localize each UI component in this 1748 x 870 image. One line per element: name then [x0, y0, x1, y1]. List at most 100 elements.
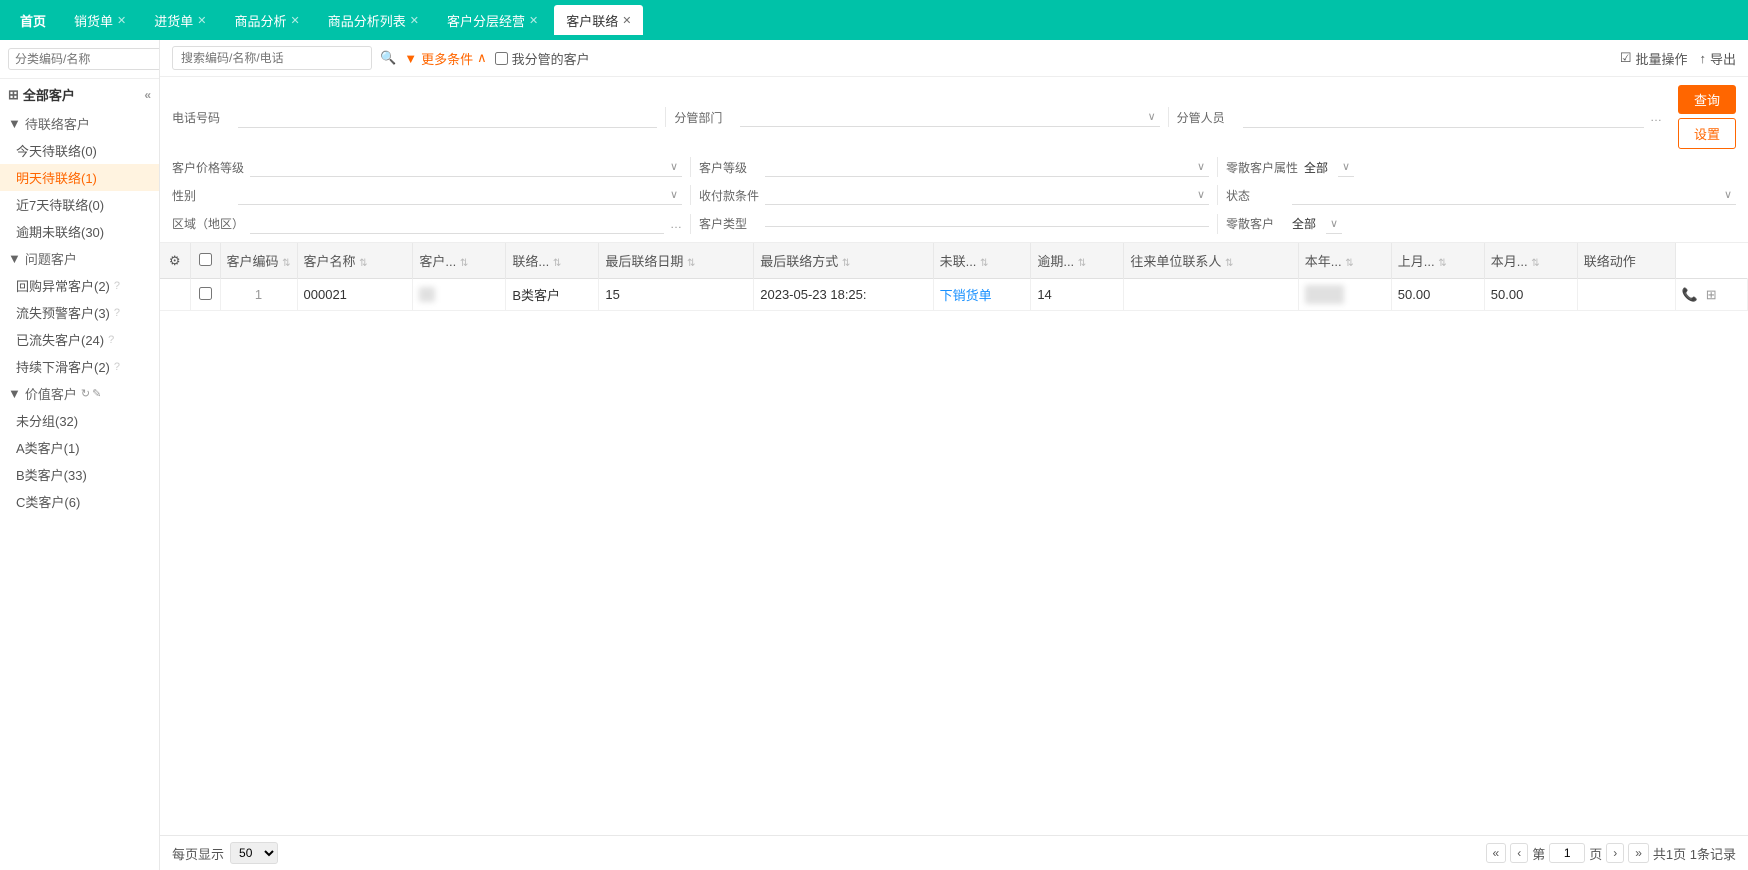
sidebar: 🔍 ⊞ 全部客户 « ▼ 待联络客户 今天待联络(0) 明天待联络(1) 近7天… — [0, 40, 160, 870]
th-overdue[interactable]: 逾期... ⇅ — [1031, 243, 1124, 279]
th-this-month[interactable]: 本月... ⇅ — [1484, 243, 1577, 279]
th-last-contact-date[interactable]: 最后联络日期 ⇅ — [599, 243, 754, 279]
td-overdue — [1124, 279, 1298, 311]
filter-retail-customer-select[interactable]: ∨ — [1326, 214, 1342, 234]
export-btn[interactable]: ↑ 导出 — [1699, 49, 1736, 68]
filter-row-1: 电话号码 分管部门 ∨ 分管人员 … 查询 — [172, 85, 1736, 149]
sidebar-item-class-c[interactable]: C类客户(6) — [0, 488, 159, 515]
filter-field-retail-attr: 零散客户属性 全部 ∨ — [1226, 157, 1736, 177]
th-last-contact-method[interactable]: 最后联络方式 ⇅ — [754, 243, 933, 279]
page-number-input[interactable] — [1549, 843, 1585, 863]
filter-area-input[interactable] — [250, 213, 664, 234]
filter-field-price-level: 客户价格等级 ∨ — [172, 157, 682, 177]
close-icon-sales[interactable]: ✕ — [117, 14, 126, 27]
sidebar-item-churn-warning[interactable]: 流失预警客户(3) ? — [0, 299, 159, 326]
nav-item-purchase[interactable]: 进货单 ✕ — [142, 5, 218, 35]
batch-op-btn[interactable]: ☑ 批量操作 — [1620, 49, 1688, 68]
td-last-month: 50.00 — [1484, 279, 1577, 311]
filter-customer-type-select[interactable] — [765, 220, 1209, 227]
sidebar-item-churned[interactable]: 已流失客户(24) ? — [0, 326, 159, 353]
sort-icon-contact: ⇅ — [553, 258, 561, 269]
sidebar-item-repurchase-abnormal[interactable]: 回购异常客户(2) ? — [0, 272, 159, 299]
th-customer-type[interactable]: 客户... ⇅ — [413, 243, 506, 279]
filter-field-retail-customer: 零散客户 全部 ∨ — [1226, 214, 1736, 234]
filter-gender-select[interactable]: ∨ — [238, 185, 682, 205]
sidebar-item-declining[interactable]: 持续下滑客户(2) ? — [0, 353, 159, 380]
nav-item-customer-tier[interactable]: 客户分层经营 ✕ — [435, 5, 550, 35]
sort-icon-lcm: ⇅ — [842, 258, 850, 269]
filter-field-phone: 电话号码 — [172, 107, 657, 128]
filter-person-input[interactable] — [1243, 107, 1644, 128]
sidebar-item-week-pending[interactable]: 近7天待联络(0) — [0, 191, 159, 218]
td-num: 1 — [220, 279, 297, 311]
th-uncontacted[interactable]: 未联... ⇅ — [933, 243, 1031, 279]
last-page-btn[interactable]: » — [1628, 843, 1649, 863]
phone-icon[interactable]: 📞 — [1682, 287, 1698, 303]
ellipsis-icon-2[interactable]: … — [670, 217, 682, 231]
filter-search-input[interactable] — [172, 46, 372, 70]
contact-method-link[interactable]: 下销货单 — [940, 288, 992, 303]
td-check — [190, 279, 220, 311]
ellipsis-icon[interactable]: … — [1650, 110, 1662, 124]
filter-retail-attr-select[interactable]: ∨ — [1338, 157, 1354, 177]
sidebar-item-today-pending[interactable]: 今天待联络(0) — [0, 137, 159, 164]
my-customers-checkbox[interactable] — [495, 52, 508, 65]
sidebar-group-pending-contact[interactable]: ▼ 待联络客户 — [0, 110, 159, 137]
more-conditions-btn[interactable]: ▼ 更多条件 ∧ — [404, 49, 486, 68]
refresh-icon[interactable]: ↻ — [81, 387, 90, 400]
th-code[interactable]: 客户编码 ⇅ — [220, 243, 297, 279]
filter-customer-level-select[interactable]: ∨ — [765, 157, 1209, 177]
th-contact-count[interactable]: 联络... ⇅ — [506, 243, 599, 279]
grid-icon: ⊞ — [8, 87, 19, 103]
query-button[interactable]: 查询 — [1678, 85, 1736, 114]
th-last-month[interactable]: 上月... ⇅ — [1391, 243, 1484, 279]
advanced-filter: 电话号码 分管部门 ∨ 分管人员 … 查询 — [160, 77, 1748, 243]
nav-item-goods-analysis[interactable]: 商品分析 ✕ — [222, 5, 311, 35]
footer-left: 每页显示 50 100 200 — [172, 842, 278, 864]
th-name[interactable]: 客户名称 ⇅ — [297, 243, 413, 279]
sidebar-group-value-customers[interactable]: ▼ 价值客户 ↻ ✎ — [0, 380, 159, 407]
sidebar-group-problem-customers[interactable]: ▼ 问题客户 — [0, 245, 159, 272]
help-icon: ? — [114, 280, 120, 292]
td-customer-type: B类客户 — [506, 279, 599, 311]
row-checkbox[interactable] — [199, 287, 212, 300]
qr-icon[interactable]: ⊞ — [1706, 287, 1717, 303]
close-icon-customer-contact[interactable]: ✕ — [622, 14, 631, 27]
nav-item-home[interactable]: 首页 — [8, 5, 58, 35]
filter-dept-select[interactable]: ∨ — [740, 107, 1159, 127]
sidebar-item-tomorrow-pending[interactable]: 明天待联络(1) — [0, 164, 159, 191]
chevron-down-icon-5: ∨ — [670, 188, 678, 201]
filter-status-select[interactable]: ∨ — [1292, 185, 1736, 205]
sidebar-item-class-b[interactable]: B类客户(33) — [0, 461, 159, 488]
my-customers-checkbox-label: 我分管的客户 — [495, 49, 590, 68]
th-this-year[interactable]: 本年... ⇅ — [1298, 243, 1391, 279]
close-icon-purchase[interactable]: ✕ — [197, 14, 206, 27]
edit-icon[interactable]: ✎ — [92, 387, 101, 400]
table-row: 1 000021 Ea B类客户 15 — [160, 279, 1748, 311]
help-icon-3: ? — [108, 334, 114, 346]
filter-phone-input[interactable] — [238, 107, 657, 128]
sidebar-search-input[interactable] — [8, 48, 160, 70]
close-icon-goods-analysis[interactable]: ✕ — [291, 14, 300, 27]
close-icon-goods-analysis-list[interactable]: ✕ — [410, 14, 419, 27]
per-page-select[interactable]: 50 100 200 — [230, 842, 278, 864]
select-all-checkbox[interactable] — [199, 253, 212, 266]
nav-item-goods-analysis-list[interactable]: 商品分析列表 ✕ — [316, 5, 431, 35]
filter-payment-select[interactable]: ∨ — [765, 185, 1209, 205]
prev-page-btn[interactable]: ‹ — [1510, 843, 1528, 863]
sidebar-all-customers[interactable]: ⊞ 全部客户 « — [0, 79, 159, 110]
search-icon-filter[interactable]: 🔍 — [380, 50, 396, 66]
first-page-btn[interactable]: « — [1486, 843, 1507, 863]
nav-item-sales[interactable]: 销货单 ✕ — [62, 5, 138, 35]
footer-pagination: « ‹ 第 页 › » 共1页 1条记录 — [1486, 843, 1736, 863]
nav-item-customer-contact[interactable]: 客户联络 ✕ — [554, 5, 643, 35]
filter-price-level-select[interactable]: ∨ — [250, 157, 682, 177]
sidebar-item-overdue[interactable]: 逾期未联络(30) — [0, 218, 159, 245]
sidebar-item-unclassified[interactable]: 未分组(32) — [0, 407, 159, 434]
next-page-btn[interactable]: › — [1606, 843, 1624, 863]
th-contact-person[interactable]: 往来单位联系人 ⇅ — [1124, 243, 1298, 279]
close-icon-customer-tier[interactable]: ✕ — [529, 14, 538, 27]
settings-button[interactable]: 设置 — [1678, 118, 1736, 149]
action-icons: 📞 ⊞ — [1682, 287, 1741, 303]
sidebar-item-class-a[interactable]: A类客户(1) — [0, 434, 159, 461]
